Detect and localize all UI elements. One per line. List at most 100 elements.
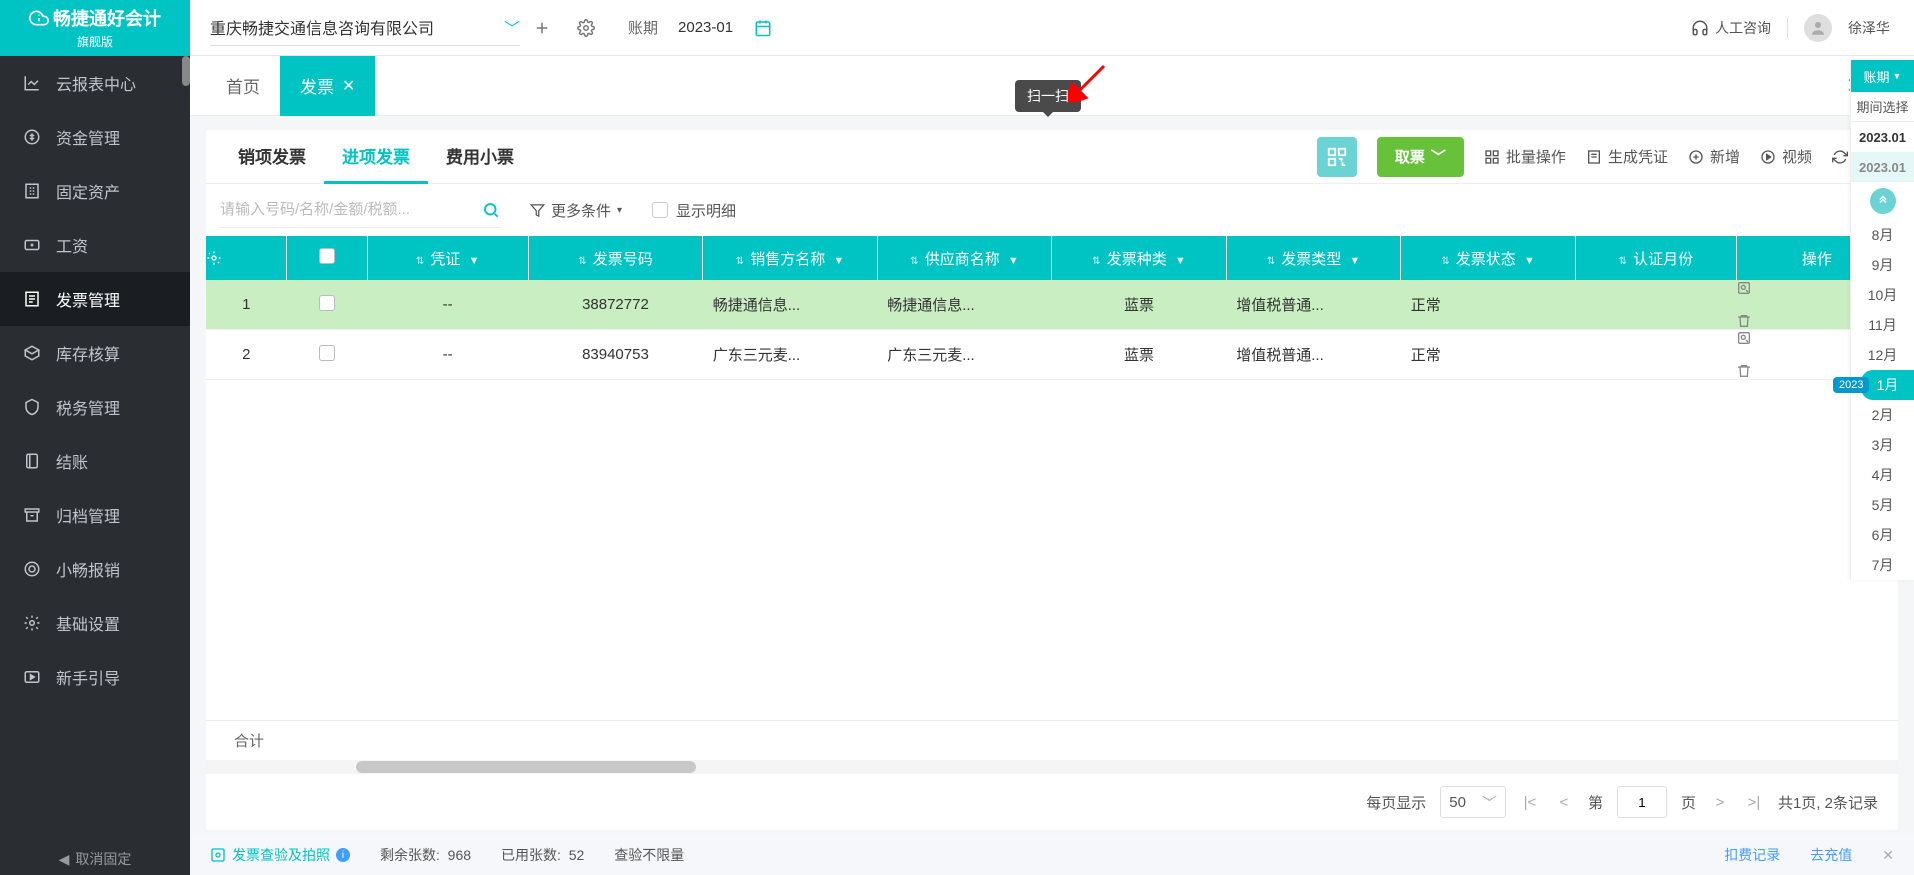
column-settings-button[interactable]: [206, 236, 287, 280]
column-header[interactable]: ⇅ 销售方名称 ▼: [703, 236, 878, 280]
batch-action-button[interactable]: 批量操作: [1484, 146, 1566, 167]
month-item[interactable]: 3月: [1851, 430, 1914, 460]
sidebar-item-guide[interactable]: 新手引导: [0, 650, 190, 704]
sidebar-item-label: 结账: [56, 449, 88, 473]
cell-seller: 畅捷通信息...: [703, 280, 878, 330]
logo[interactable]: 畅捷通好会计 旗舰版: [0, 0, 190, 56]
user-name[interactable]: 徐泽华: [1848, 18, 1890, 38]
column-header[interactable]: ⇅ 认证月份: [1575, 236, 1736, 280]
first-page-button[interactable]: |<: [1520, 794, 1540, 811]
scrollbar-thumb[interactable]: [182, 56, 190, 86]
month-item[interactable]: 6月: [1851, 520, 1914, 550]
add-icon[interactable]: [530, 16, 554, 40]
sidebar-item-invoice[interactable]: 发票管理: [0, 272, 190, 326]
generate-voucher-button[interactable]: 生成凭证: [1586, 146, 1668, 167]
avatar-icon[interactable]: [1804, 14, 1832, 42]
qr-scan-button[interactable]: [1317, 137, 1357, 177]
search-icon[interactable]: [482, 201, 500, 219]
sidebar-item-money[interactable]: 资金管理: [0, 110, 190, 164]
period-label: 账期: [628, 17, 658, 38]
company-selector[interactable]: 重庆畅捷交通信息咨询有限公司 ﹀: [210, 10, 520, 46]
top-right: 人工咨询 徐泽华: [1691, 14, 1914, 42]
month-item[interactable]: 8月: [1851, 220, 1914, 250]
month-item[interactable]: 2月: [1851, 400, 1914, 430]
sort-icon: ⇅: [1441, 256, 1449, 267]
table-row[interactable]: 2--83940753广东三元麦...广东三元麦...蓝票增值税普通...正常: [206, 330, 1898, 380]
month-item[interactable]: 12月: [1851, 340, 1914, 370]
row-checkbox[interactable]: [287, 280, 368, 330]
month-item[interactable]: 9月: [1851, 250, 1914, 280]
cell-type: 增值税普通...: [1226, 330, 1401, 380]
column-header[interactable]: ⇅ 发票类型 ▼: [1226, 236, 1401, 280]
sidebar-unpin[interactable]: ◀ 取消固定: [0, 845, 190, 873]
sidebar-item-stock[interactable]: 库存核算: [0, 326, 190, 380]
close-icon[interactable]: ✕: [342, 76, 355, 96]
filter-icon[interactable]: ▼: [1175, 255, 1186, 267]
show-detail-toggle[interactable]: 显示明细: [652, 200, 736, 221]
sidebar-item-close-book[interactable]: 结账: [0, 434, 190, 488]
fetch-invoice-button[interactable]: 取票﹀: [1377, 137, 1464, 177]
month-item[interactable]: 5月: [1851, 490, 1914, 520]
tab-发票[interactable]: 发票✕: [280, 56, 375, 116]
filter-icon[interactable]: ▼: [469, 255, 480, 267]
fee-record-link[interactable]: 扣费记录: [1724, 845, 1780, 865]
subtab-费用小票[interactable]: 费用小票: [428, 130, 532, 184]
sidebar-item-tax[interactable]: 税务管理: [0, 380, 190, 434]
filter-icon[interactable]: ▼: [1524, 255, 1535, 267]
sidebar-item-label: 发票管理: [56, 287, 120, 311]
column-header[interactable]: ⇅ 发票状态 ▼: [1401, 236, 1576, 280]
period-panel-header-btn[interactable]: 账期▼: [1851, 60, 1914, 92]
gear-icon[interactable]: [574, 16, 598, 40]
subtab-销项发票[interactable]: 销项发票: [220, 130, 324, 184]
video-button[interactable]: 视频: [1760, 146, 1812, 167]
month-item[interactable]: 1月2023: [1861, 370, 1914, 400]
month-item[interactable]: 7月: [1851, 550, 1914, 580]
select-all-checkbox[interactable]: [287, 236, 368, 280]
prev-page-button[interactable]: <: [1554, 794, 1574, 811]
chart-icon: [22, 74, 42, 92]
calendar-icon[interactable]: [751, 16, 775, 40]
next-page-button[interactable]: >: [1710, 794, 1730, 811]
row-checkbox[interactable]: [287, 330, 368, 380]
scroll-up-button[interactable]: [1870, 188, 1896, 214]
sidebar-item-salary[interactable]: 工资: [0, 218, 190, 272]
table-row[interactable]: 1--38872772畅捷通信息...畅捷通信息...蓝票增值税普通...正常: [206, 280, 1898, 330]
scrollbar-thumb[interactable]: [356, 761, 696, 773]
sidebar-item-reimburse[interactable]: 小畅报销: [0, 542, 190, 596]
filter-icon[interactable]: ▼: [1349, 255, 1360, 267]
page-input[interactable]: [1617, 786, 1667, 818]
last-page-button[interactable]: >|: [1744, 794, 1764, 811]
sort-icon: ⇅: [1619, 256, 1627, 267]
filter-icon[interactable]: ▼: [833, 255, 844, 267]
month-item[interactable]: 4月: [1851, 460, 1914, 490]
month-item[interactable]: 11月: [1851, 310, 1914, 340]
period-value[interactable]: 2023-01: [670, 15, 741, 40]
tab-首页[interactable]: 首页: [206, 56, 280, 116]
support-link[interactable]: 人工咨询: [1691, 18, 1771, 38]
sidebar-item-chart[interactable]: 云报表中心: [0, 56, 190, 110]
column-header[interactable]: ⇅ 发票号码: [528, 236, 703, 280]
month-item[interactable]: 10月: [1851, 280, 1914, 310]
period-year-from[interactable]: 2023.01: [1851, 122, 1914, 152]
per-page-select[interactable]: 50﹀: [1440, 786, 1506, 818]
add-button[interactable]: 新增: [1688, 146, 1740, 167]
filter-icon[interactable]: ▼: [1008, 255, 1019, 267]
period-year-to[interactable]: 2023.01: [1851, 152, 1914, 182]
recharge-link[interactable]: 去充值: [1810, 845, 1852, 865]
sidebar-item-building[interactable]: 固定资产: [0, 164, 190, 218]
sidebar-item-archive[interactable]: 归档管理: [0, 488, 190, 542]
column-header[interactable]: ⇅ 供应商名称 ▼: [877, 236, 1052, 280]
cell-supplier: 畅捷通信息...: [877, 280, 1052, 330]
sidebar-item-settings[interactable]: 基础设置: [0, 596, 190, 650]
sort-icon: ⇅: [736, 256, 744, 267]
close-status-icon[interactable]: ✕: [1882, 847, 1894, 864]
subtab-进项发票[interactable]: 进项发票: [324, 130, 428, 184]
search-input[interactable]: [220, 201, 482, 218]
column-header[interactable]: ⇅ 发票种类 ▼: [1052, 236, 1227, 280]
more-conditions-button[interactable]: 更多条件▾: [530, 200, 622, 221]
column-header[interactable]: ⇅ 凭证 ▼: [367, 236, 528, 280]
page-prefix: 第: [1588, 792, 1603, 813]
company-name: 重庆畅捷交通信息咨询有限公司: [210, 15, 434, 39]
top-bar: 畅捷通好会计 旗舰版 重庆畅捷交通信息咨询有限公司 ﹀ 账期 2023-01 人…: [0, 0, 1914, 56]
horizontal-scrollbar[interactable]: [206, 760, 1898, 774]
